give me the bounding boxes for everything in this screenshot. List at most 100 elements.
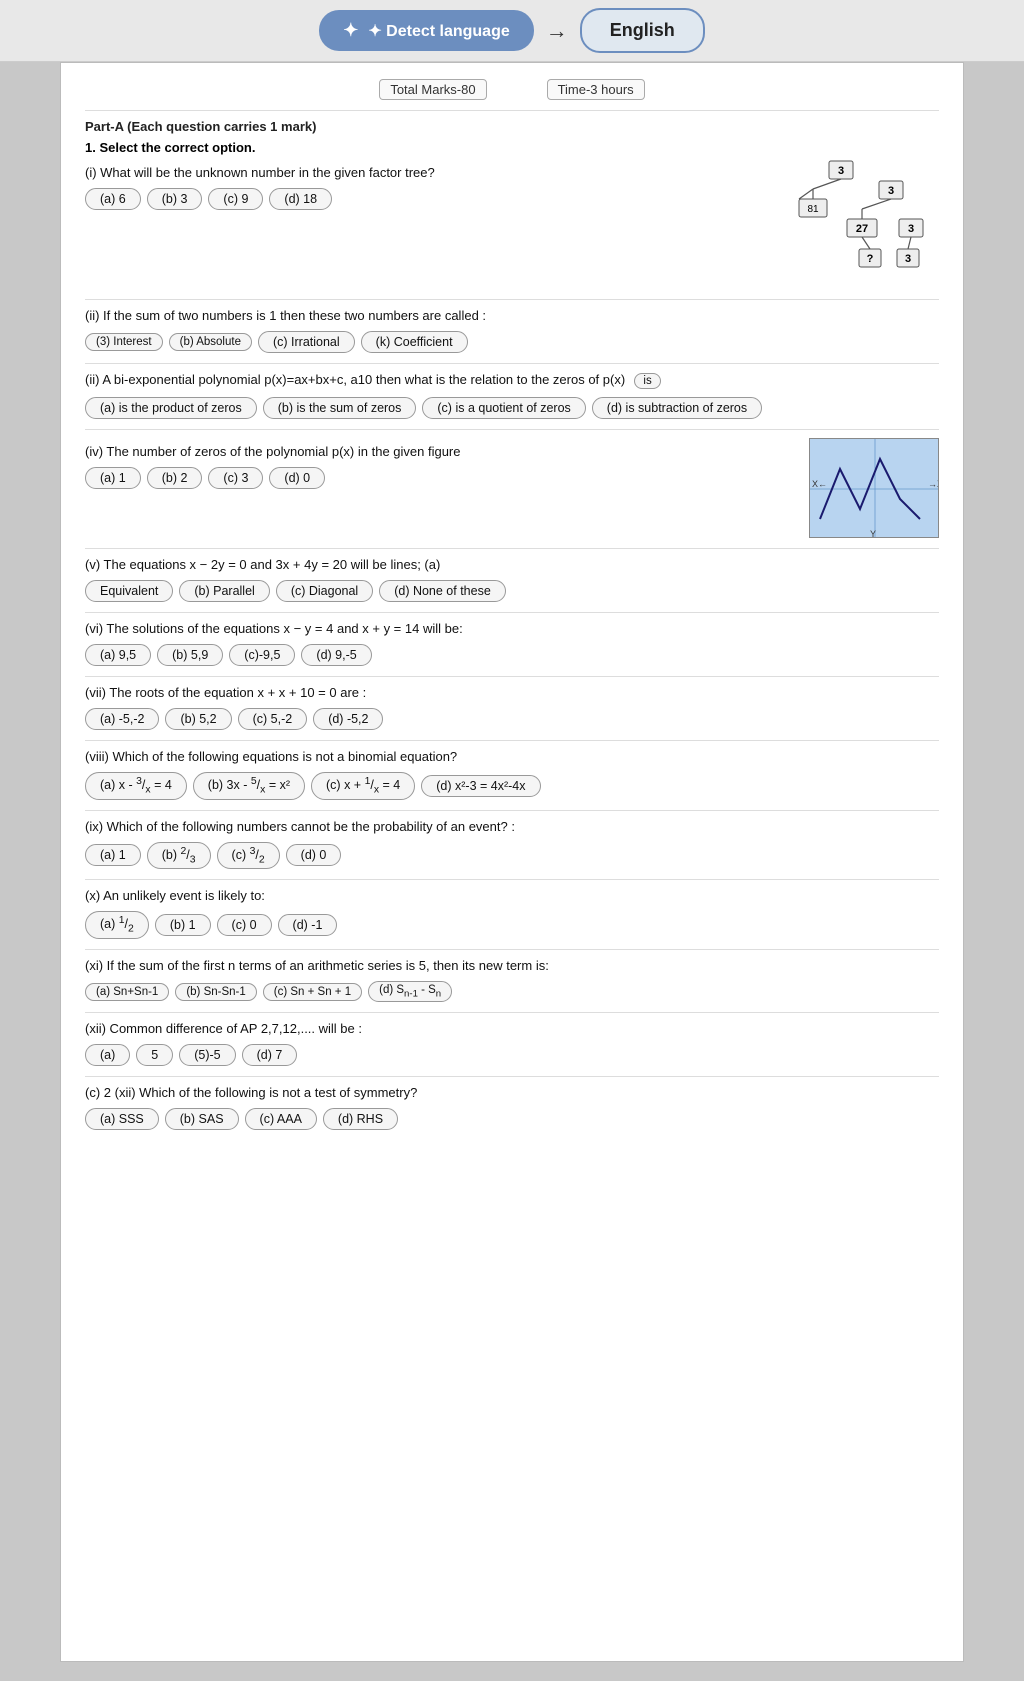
question-vii-options: (a) -5,-2 (b) 5,2 (c) 5,-2 (d) -5,2	[85, 708, 939, 730]
option-iii-b[interactable]: (b) is the sum of zeros	[263, 397, 417, 419]
option-iii-c[interactable]: (c) is a quotient of zeros	[422, 397, 585, 419]
question-iv-options: (a) 1 (b) 2 (c) 3 (d) 0	[85, 467, 809, 489]
question-sym-text: (c) 2 (xii) Which of the following is no…	[85, 1085, 939, 1100]
option-i-c[interactable]: (c) 9	[208, 188, 263, 210]
question-viii-text: (viii) Which of the following equations …	[85, 749, 939, 764]
question-iii-options: (a) is the product of zeros (b) is the s…	[85, 397, 939, 419]
option-x-a[interactable]: (a) 1/2	[85, 911, 149, 939]
question-vi-block: (vi) The solutions of the equations x − …	[85, 621, 939, 666]
question-iv-text: (iv) The number of zeros of the polynomi…	[85, 444, 809, 459]
question-x-options: (a) 1/2 (b) 1 (c) 0 (d) -1	[85, 911, 939, 939]
total-marks: Total Marks-80	[379, 79, 486, 100]
option-sym-b[interactable]: (b) SAS	[165, 1108, 239, 1130]
question-viii-options: (a) x - 3/x = 4 (b) 3x - 5/x = x² (c) x …	[85, 772, 939, 800]
option-vii-d[interactable]: (d) -5,2	[313, 708, 383, 730]
option-v-c[interactable]: (c) Diagonal	[276, 580, 373, 602]
detect-language-button[interactable]: ✦ ✦ Detect language	[319, 10, 534, 51]
option-x-d[interactable]: (d) -1	[278, 914, 338, 936]
question-x-text: (x) An unlikely event is likely to:	[85, 888, 939, 903]
exam-paper: Total Marks-80 Time-3 hours Part-A (Each…	[60, 62, 964, 1662]
question-sym-block: (c) 2 (xii) Which of the following is no…	[85, 1085, 939, 1130]
option-ix-c[interactable]: (c) 3/2	[217, 842, 280, 870]
svg-text:81: 81	[807, 204, 819, 215]
option-i-b[interactable]: (b) 3	[147, 188, 203, 210]
option-sym-a[interactable]: (a) SSS	[85, 1108, 159, 1130]
option-ix-a[interactable]: (a) 1	[85, 844, 141, 866]
language-button[interactable]: English	[580, 8, 705, 53]
question-xii-options: (a) 5 (5)-5 (d) 7	[85, 1044, 939, 1066]
svg-text:3: 3	[888, 185, 894, 197]
question-sym-options: (a) SSS (b) SAS (c) AAA (d) RHS	[85, 1108, 939, 1130]
option-vi-a[interactable]: (a) 9,5	[85, 644, 151, 666]
option-iv-c[interactable]: (c) 3	[208, 467, 263, 489]
question-ix-options: (a) 1 (b) 2/3 (c) 3/2 (d) 0	[85, 842, 939, 870]
option-iii-a[interactable]: (a) is the product of zeros	[85, 397, 257, 419]
option-vi-d[interactable]: (d) 9,-5	[301, 644, 371, 666]
question-vi-options: (a) 9,5 (b) 5,9 (c)-9,5 (d) 9,-5	[85, 644, 939, 666]
svg-text:3: 3	[905, 253, 911, 265]
option-xii-d[interactable]: (d) 7	[242, 1044, 298, 1066]
question-viii-block: (viii) Which of the following equations …	[85, 749, 939, 800]
option-iii-d[interactable]: (d) is subtraction of zeros	[592, 397, 762, 419]
option-x-c[interactable]: (c) 0	[217, 914, 272, 936]
question-xi-text: (xi) If the sum of the first n terms of …	[85, 958, 939, 973]
question-iv-block: (iv) The number of zeros of the polynomi…	[85, 438, 939, 538]
option-ii-k[interactable]: (k) Coefficient	[361, 331, 468, 353]
option-xi-a[interactable]: (a) Sn+Sn-1	[85, 983, 169, 1001]
option-vii-a[interactable]: (a) -5,-2	[85, 708, 159, 730]
detect-label: ✦ Detect language	[368, 21, 509, 41]
option-v-a[interactable]: Equivalent	[85, 580, 173, 602]
option-iv-a[interactable]: (a) 1	[85, 467, 141, 489]
option-viii-a[interactable]: (a) x - 3/x = 4	[85, 772, 187, 800]
time: Time-3 hours	[547, 79, 645, 100]
option-ix-b[interactable]: (b) 2/3	[147, 842, 211, 870]
option-sym-c[interactable]: (c) AAA	[245, 1108, 317, 1130]
svg-text:3: 3	[908, 223, 914, 235]
option-viii-d[interactable]: (d) x²-3 = 4x²-4x	[421, 775, 540, 797]
svg-text:Y: Y	[870, 529, 876, 537]
question-v-block: (v) The equations x − 2y = 0 and 3x + 4y…	[85, 557, 939, 602]
question-iii-block: (ii) A bi-exponential polynomial p(x)=ax…	[85, 372, 939, 419]
question-vii-block: (vii) The roots of the equation x + x + …	[85, 685, 939, 730]
question-ix-block: (ix) Which of the following numbers cann…	[85, 819, 939, 870]
question-vii-text: (vii) The roots of the equation x + x + …	[85, 685, 939, 700]
option-viii-b[interactable]: (b) 3x - 5/x = x²	[193, 772, 305, 800]
question-ii-options: (3) Interest (b) Absolute (c) Irrational…	[85, 331, 939, 353]
svg-text:?: ?	[867, 253, 874, 265]
option-ix-d[interactable]: (d) 0	[286, 844, 342, 866]
option-vii-b[interactable]: (b) 5,2	[165, 708, 231, 730]
polynomial-graph: X← →X Y	[809, 438, 939, 538]
question-i-block: (i) What will be the unknown number in t…	[85, 159, 939, 289]
option-v-d[interactable]: (d) None of these	[379, 580, 506, 602]
option-v-b[interactable]: (b) Parallel	[179, 580, 269, 602]
option-i-a[interactable]: (a) 6	[85, 188, 141, 210]
question-iii-text: (ii) A bi-exponential polynomial p(x)=ax…	[85, 372, 939, 389]
top-bar: ✦ ✦ Detect language → English	[0, 0, 1024, 62]
option-xi-c[interactable]: (c) Sn + Sn + 1	[263, 983, 362, 1001]
option-vi-c[interactable]: (c)-9,5	[229, 644, 295, 666]
question-i-options: (a) 6 (b) 3 (c) 9 (d) 18	[85, 188, 769, 210]
question-i-text: (i) What will be the unknown number in t…	[85, 165, 769, 180]
option-iv-d[interactable]: (d) 0	[269, 467, 325, 489]
option-viii-c[interactable]: (c) x + 1/x = 4	[311, 772, 415, 800]
svg-text:3: 3	[838, 165, 844, 177]
option-ii-b[interactable]: (b) Absolute	[169, 333, 252, 351]
option-xi-b[interactable]: (b) Sn-Sn-1	[175, 983, 256, 1001]
option-i-d[interactable]: (d) 18	[269, 188, 332, 210]
question-x-block: (x) An unlikely event is likely to: (a) …	[85, 888, 939, 939]
option-iv-b[interactable]: (b) 2	[147, 467, 203, 489]
option-xii-c[interactable]: (5)-5	[179, 1044, 235, 1066]
option-xii-b[interactable]: 5	[136, 1044, 173, 1066]
option-vii-c[interactable]: (c) 5,-2	[238, 708, 308, 730]
option-sym-d[interactable]: (d) RHS	[323, 1108, 398, 1130]
factor-tree-svg: 3 3 81 27 3 ? 3	[769, 159, 939, 289]
question-ii-text: (ii) If the sum of two numbers is 1 then…	[85, 308, 939, 323]
question-xii-text: (xii) Common difference of AP 2,7,12,...…	[85, 1021, 939, 1036]
option-ii-a[interactable]: (3) Interest	[85, 333, 163, 351]
question-ii-block: (ii) If the sum of two numbers is 1 then…	[85, 308, 939, 353]
option-x-b[interactable]: (b) 1	[155, 914, 211, 936]
option-ii-c[interactable]: (c) Irrational	[258, 331, 355, 353]
option-vi-b[interactable]: (b) 5,9	[157, 644, 223, 666]
option-xii-a[interactable]: (a)	[85, 1044, 130, 1066]
option-xi-d[interactable]: (d) Sn-1 - Sn	[368, 981, 452, 1002]
